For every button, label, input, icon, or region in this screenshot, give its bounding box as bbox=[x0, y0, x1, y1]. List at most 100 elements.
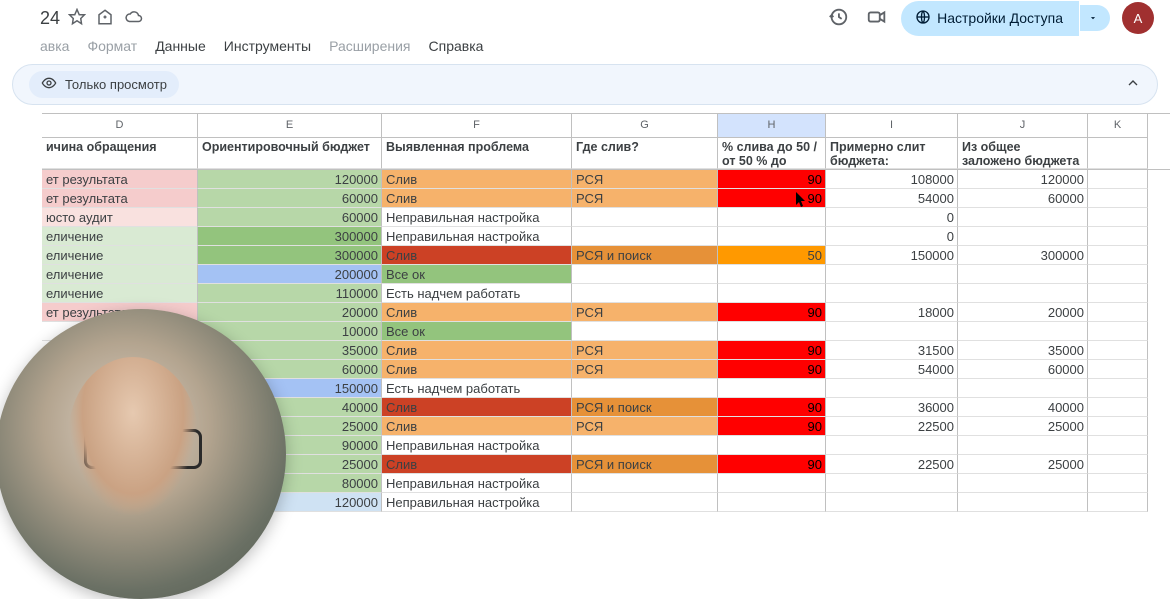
cell-I[interactable]: 22500 bbox=[826, 455, 958, 474]
menu-extensions[interactable]: Расширения bbox=[329, 38, 410, 54]
cell-J[interactable]: 40000 bbox=[958, 398, 1088, 417]
cell-J[interactable] bbox=[958, 493, 1088, 512]
col-header-I[interactable]: I bbox=[826, 114, 958, 138]
cell-F[interactable]: Все ок bbox=[382, 322, 572, 341]
menu-insert[interactable]: авка bbox=[40, 38, 69, 54]
cell-F[interactable]: Есть надчем работать bbox=[382, 284, 572, 303]
cell-G[interactable] bbox=[572, 436, 718, 455]
cell-I[interactable]: 108000 bbox=[826, 170, 958, 189]
cell-G[interactable]: РСЯ и поиск bbox=[572, 246, 718, 265]
cell-I[interactable] bbox=[826, 379, 958, 398]
cell-D[interactable]: ет результата bbox=[42, 170, 198, 189]
cell-G[interactable] bbox=[572, 227, 718, 246]
cell-K[interactable] bbox=[1088, 341, 1148, 360]
share-button[interactable]: Настройки Доступа bbox=[901, 1, 1079, 36]
history-icon[interactable] bbox=[827, 6, 849, 31]
cell-I[interactable] bbox=[826, 474, 958, 493]
cell-G[interactable]: РСЯ и поиск bbox=[572, 455, 718, 474]
cell-E[interactable]: 110000 bbox=[198, 284, 382, 303]
cell-J[interactable] bbox=[958, 265, 1088, 284]
hdr-reason[interactable]: ичина обращения bbox=[42, 138, 198, 169]
cell-J[interactable]: 35000 bbox=[958, 341, 1088, 360]
cell-H[interactable] bbox=[718, 284, 826, 303]
cell-E[interactable]: 300000 bbox=[198, 246, 382, 265]
share-dropdown-button[interactable] bbox=[1080, 5, 1110, 31]
cell-H[interactable]: 90 bbox=[718, 170, 826, 189]
cell-E[interactable]: 60000 bbox=[198, 189, 382, 208]
cell-J[interactable]: 60000 bbox=[958, 360, 1088, 379]
cell-G[interactable] bbox=[572, 265, 718, 284]
cell-G[interactable]: РСЯ bbox=[572, 360, 718, 379]
cell-F[interactable]: Слив bbox=[382, 189, 572, 208]
cell-D[interactable]: еличение bbox=[42, 246, 198, 265]
cell-E[interactable]: 200000 bbox=[198, 265, 382, 284]
cell-F[interactable]: Слив bbox=[382, 360, 572, 379]
cell-K[interactable] bbox=[1088, 284, 1148, 303]
viewonly-pill[interactable]: Только просмотр bbox=[29, 71, 179, 98]
cell-H[interactable] bbox=[718, 379, 826, 398]
cell-K[interactable] bbox=[1088, 436, 1148, 455]
col-header-D[interactable]: D bbox=[42, 114, 198, 138]
cell-G[interactable]: РСЯ bbox=[572, 303, 718, 322]
hdr-where[interactable]: Где слив? bbox=[572, 138, 718, 169]
hdr-budget[interactable]: Ориентировочный бюджет bbox=[198, 138, 382, 169]
cell-J[interactable]: 25000 bbox=[958, 455, 1088, 474]
cell-H[interactable] bbox=[718, 493, 826, 512]
cell-I[interactable]: 36000 bbox=[826, 398, 958, 417]
cell-G[interactable] bbox=[572, 474, 718, 493]
cell-H[interactable]: 90 bbox=[718, 341, 826, 360]
cell-G[interactable] bbox=[572, 284, 718, 303]
cell-H[interactable] bbox=[718, 208, 826, 227]
cell-K[interactable] bbox=[1088, 170, 1148, 189]
cell-J[interactable] bbox=[958, 208, 1088, 227]
cell-G[interactable]: РСЯ bbox=[572, 341, 718, 360]
cell-G[interactable]: РСЯ и поиск bbox=[572, 398, 718, 417]
cell-J[interactable] bbox=[958, 379, 1088, 398]
cell-I[interactable]: 18000 bbox=[826, 303, 958, 322]
cell-I[interactable] bbox=[826, 493, 958, 512]
cell-I[interactable]: 54000 bbox=[826, 360, 958, 379]
cell-E[interactable]: 120000 bbox=[198, 170, 382, 189]
col-header-H[interactable]: H bbox=[718, 114, 826, 138]
cell-K[interactable] bbox=[1088, 265, 1148, 284]
cell-F[interactable]: Неправильная настройка bbox=[382, 227, 572, 246]
cell-H[interactable] bbox=[718, 474, 826, 493]
cell-I[interactable]: 150000 bbox=[826, 246, 958, 265]
cell-K[interactable] bbox=[1088, 303, 1148, 322]
cell-I[interactable] bbox=[826, 265, 958, 284]
col-header-J[interactable]: J bbox=[958, 114, 1088, 138]
cell-J[interactable] bbox=[958, 474, 1088, 493]
cell-J[interactable]: 60000 bbox=[958, 189, 1088, 208]
cell-G[interactable] bbox=[572, 379, 718, 398]
cell-G[interactable] bbox=[572, 493, 718, 512]
col-header-G[interactable]: G bbox=[572, 114, 718, 138]
doc-title-fragment[interactable]: 24 bbox=[40, 8, 60, 29]
star-icon[interactable] bbox=[68, 8, 86, 29]
cell-D[interactable]: еличение bbox=[42, 227, 198, 246]
hdr-percent[interactable]: % слива до 50 / от 50 % до 100% bbox=[718, 138, 826, 169]
cell-H[interactable]: 90 bbox=[718, 398, 826, 417]
cell-K[interactable] bbox=[1088, 322, 1148, 341]
cell-I[interactable] bbox=[826, 436, 958, 455]
cell-F[interactable]: Все ок bbox=[382, 265, 572, 284]
cell-I[interactable] bbox=[826, 284, 958, 303]
cell-H[interactable]: 90 bbox=[718, 417, 826, 436]
hdr-K[interactable] bbox=[1088, 138, 1148, 169]
cell-K[interactable] bbox=[1088, 379, 1148, 398]
collapse-toolbar-icon[interactable] bbox=[1125, 75, 1141, 94]
menu-data[interactable]: Данные bbox=[155, 38, 206, 54]
cell-F[interactable]: Есть надчем работать bbox=[382, 379, 572, 398]
cell-H[interactable]: 90 bbox=[718, 189, 826, 208]
cell-H[interactable]: 50 bbox=[718, 246, 826, 265]
menu-tools[interactable]: Инструменты bbox=[224, 38, 311, 54]
cell-J[interactable] bbox=[958, 436, 1088, 455]
cell-K[interactable] bbox=[1088, 474, 1148, 493]
cell-G[interactable]: РСЯ bbox=[572, 170, 718, 189]
cell-F[interactable]: Слив bbox=[382, 398, 572, 417]
cell-F[interactable]: Слив bbox=[382, 455, 572, 474]
cell-G[interactable]: РСЯ bbox=[572, 417, 718, 436]
hdr-problem[interactable]: Выявленная проблема bbox=[382, 138, 572, 169]
cell-J[interactable] bbox=[958, 322, 1088, 341]
cell-J[interactable]: 120000 bbox=[958, 170, 1088, 189]
cell-F[interactable]: Неправильная настройка bbox=[382, 493, 572, 512]
